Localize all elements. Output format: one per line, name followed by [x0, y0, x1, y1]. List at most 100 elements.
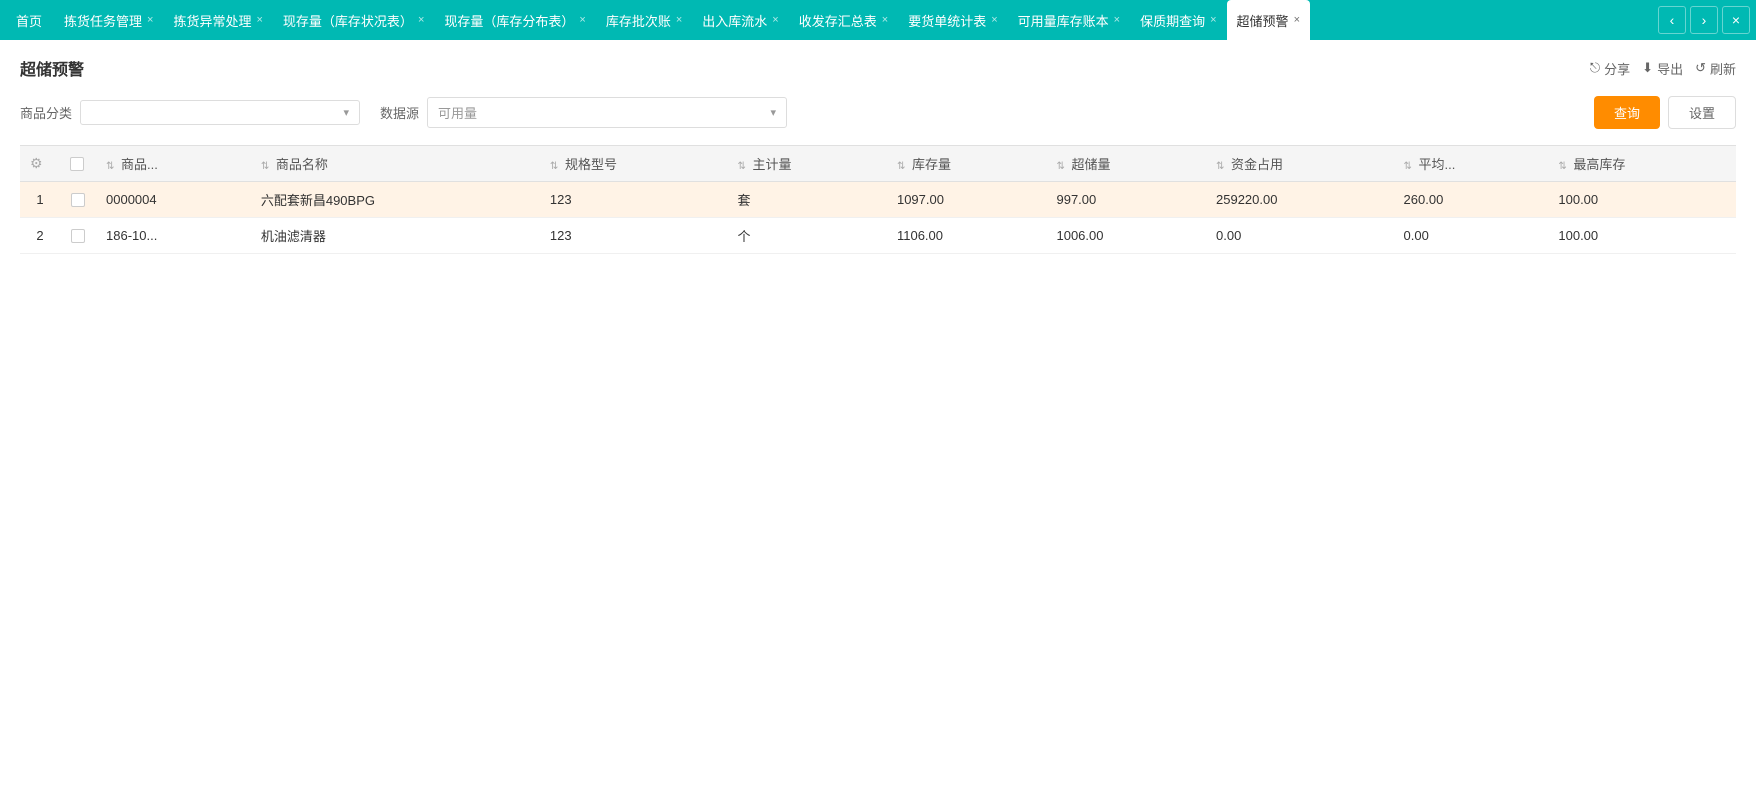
- row-over-stock-0: 997.00: [1046, 182, 1206, 218]
- nav-arrow-left[interactable]: ‹: [1658, 6, 1686, 34]
- sort-icon-product-code: ⇅: [106, 161, 114, 172]
- datasource-select[interactable]: 可用量 ▾: [427, 97, 787, 128]
- close-tab-5[interactable]: ×: [772, 14, 778, 26]
- row-index-1: 2: [20, 218, 60, 254]
- row-product-code-0: 0000004: [96, 182, 251, 218]
- nav-tab-4[interactable]: 库存批次账 ×: [596, 0, 692, 40]
- sort-icon-unit: ⇅: [737, 161, 745, 172]
- table-header-row: ⚙ ⇅ 商品... ⇅ 商品名称 ⇅ 规格型号 ⇅: [20, 146, 1736, 182]
- close-tab-6[interactable]: ×: [882, 14, 888, 26]
- category-filter-group: 商品分类 ▾: [20, 100, 360, 125]
- close-tab-8[interactable]: ×: [1114, 14, 1120, 26]
- nav-tab-6[interactable]: 收发存汇总表 ×: [789, 0, 898, 40]
- row-product-name-0: 六配套新昌490BPG: [251, 182, 540, 218]
- sort-icon-stock: ⇅: [897, 161, 905, 172]
- page-content: 超储预警 ⎋ 分享 ⬇ 导出 ↺ 刷新 商品分类 ▾ 数据源: [0, 40, 1756, 800]
- data-table: ⚙ ⇅ 商品... ⇅ 商品名称 ⇅ 规格型号 ⇅: [20, 145, 1736, 254]
- nav-arrows: ‹ › ×: [1656, 6, 1752, 34]
- row-max-stock-0: 100.00: [1548, 182, 1736, 218]
- row-index-0: 1: [20, 182, 60, 218]
- close-tab-0[interactable]: ×: [147, 14, 153, 26]
- gear-icon[interactable]: ⚙: [30, 155, 43, 171]
- nav-tab-3[interactable]: 现存量（库存分布表） ×: [434, 0, 595, 40]
- category-select[interactable]: ▾: [80, 100, 360, 125]
- row-spec-0: 123: [540, 182, 728, 218]
- row-checkbox-1[interactable]: [60, 218, 96, 254]
- row-max-stock-1: 100.00: [1548, 218, 1736, 254]
- export-button[interactable]: ⬇ 导出: [1642, 59, 1683, 78]
- sort-icon-product-name: ⇅: [261, 161, 269, 172]
- nav-tab-1[interactable]: 拣货异常处理 ×: [163, 0, 272, 40]
- column-checkbox-all[interactable]: [60, 146, 96, 182]
- column-avg[interactable]: ⇅ 平均...: [1394, 146, 1549, 182]
- page-header: 超储预警 ⎋ 分享 ⬇ 导出 ↺ 刷新: [20, 56, 1736, 80]
- nav-home[interactable]: 首页: [4, 11, 54, 30]
- row-spec-1: 123: [540, 218, 728, 254]
- sort-icon-spec: ⇅: [550, 161, 558, 172]
- row-select-checkbox-0[interactable]: [71, 193, 85, 207]
- close-tab-7[interactable]: ×: [991, 14, 997, 26]
- datasource-chevron-icon: ▾: [771, 106, 777, 119]
- sort-icon-capital: ⇅: [1216, 161, 1224, 172]
- nav-tab-10[interactable]: 超储预警 ×: [1227, 0, 1310, 40]
- refresh-icon: ↺: [1695, 60, 1706, 76]
- row-product-name-1: 机油滤清器: [251, 218, 540, 254]
- row-product-code-1: 186-10...: [96, 218, 251, 254]
- header-actions: ⎋ 分享 ⬇ 导出 ↺ 刷新: [1590, 59, 1736, 78]
- top-navigation: 首页 拣货任务管理 × 拣货异常处理 × 现存量（库存状况表） × 现存量（库存…: [0, 0, 1756, 40]
- column-max-stock[interactable]: ⇅ 最高库存: [1548, 146, 1736, 182]
- category-label: 商品分类: [20, 103, 72, 122]
- row-avg-1: 0.00: [1394, 218, 1549, 254]
- column-capital[interactable]: ⇅ 资金占用: [1206, 146, 1394, 182]
- row-unit-0: 套: [727, 182, 887, 218]
- row-unit-1: 个: [727, 218, 887, 254]
- sort-icon-max-stock: ⇅: [1558, 161, 1566, 172]
- datasource-label: 数据源: [380, 103, 419, 122]
- column-unit[interactable]: ⇅ 主计量: [727, 146, 887, 182]
- nav-tab-5[interactable]: 出入库流水 ×: [692, 0, 788, 40]
- column-stock[interactable]: ⇅ 库存量: [887, 146, 1047, 182]
- query-button[interactable]: 查询: [1594, 96, 1660, 129]
- close-tab-3[interactable]: ×: [579, 14, 585, 26]
- column-product-code[interactable]: ⇅ 商品...: [96, 146, 251, 182]
- filter-bar: 商品分类 ▾ 数据源 可用量 ▾ 查询 设置: [20, 96, 1736, 129]
- select-all-checkbox[interactable]: [70, 157, 84, 171]
- close-tab-9[interactable]: ×: [1210, 14, 1216, 26]
- settings-button[interactable]: 设置: [1668, 96, 1736, 129]
- share-button[interactable]: ⎋ 分享: [1590, 59, 1630, 78]
- row-stock-0: 1097.00: [887, 182, 1047, 218]
- page-title: 超储预警: [20, 56, 84, 80]
- sort-icon-over-stock: ⇅: [1056, 161, 1064, 172]
- nav-arrow-close[interactable]: ×: [1722, 6, 1750, 34]
- column-product-name[interactable]: ⇅ 商品名称: [251, 146, 540, 182]
- nav-tab-7[interactable]: 要货单统计表 ×: [898, 0, 1007, 40]
- category-chevron-icon: ▾: [343, 106, 349, 119]
- export-icon: ⬇: [1642, 60, 1653, 76]
- nav-tab-2[interactable]: 现存量（库存状况表） ×: [273, 0, 434, 40]
- column-spec[interactable]: ⇅ 规格型号: [540, 146, 728, 182]
- share-icon: ⎋: [1590, 60, 1600, 76]
- row-stock-1: 1106.00: [887, 218, 1047, 254]
- row-capital-0: 259220.00: [1206, 182, 1394, 218]
- column-gear[interactable]: ⚙: [20, 146, 60, 182]
- refresh-button[interactable]: ↺ 刷新: [1695, 59, 1736, 78]
- datasource-filter-group: 数据源 可用量 ▾: [380, 97, 787, 128]
- close-tab-1[interactable]: ×: [256, 14, 262, 26]
- sort-icon-avg: ⇅: [1404, 161, 1412, 172]
- close-tab-4[interactable]: ×: [676, 14, 682, 26]
- row-capital-1: 0.00: [1206, 218, 1394, 254]
- nav-tab-8[interactable]: 可用量库存账本 ×: [1008, 0, 1130, 40]
- row-select-checkbox-1[interactable]: [71, 229, 85, 243]
- row-avg-0: 260.00: [1394, 182, 1549, 218]
- nav-tab-0[interactable]: 拣货任务管理 ×: [54, 0, 163, 40]
- datasource-select-value: 可用量: [438, 103, 477, 122]
- row-over-stock-1: 1006.00: [1046, 218, 1206, 254]
- column-over-stock[interactable]: ⇅ 超储量: [1046, 146, 1206, 182]
- close-tab-2[interactable]: ×: [418, 14, 424, 26]
- nav-tab-9[interactable]: 保质期查询 ×: [1130, 0, 1226, 40]
- close-tab-10[interactable]: ×: [1294, 14, 1300, 26]
- table-row: 1 0000004 六配套新昌490BPG 123 套 1097.00 997.…: [20, 182, 1736, 218]
- row-checkbox-0[interactable]: [60, 182, 96, 218]
- filter-buttons: 查询 设置: [1594, 96, 1736, 129]
- nav-arrow-right[interactable]: ›: [1690, 6, 1718, 34]
